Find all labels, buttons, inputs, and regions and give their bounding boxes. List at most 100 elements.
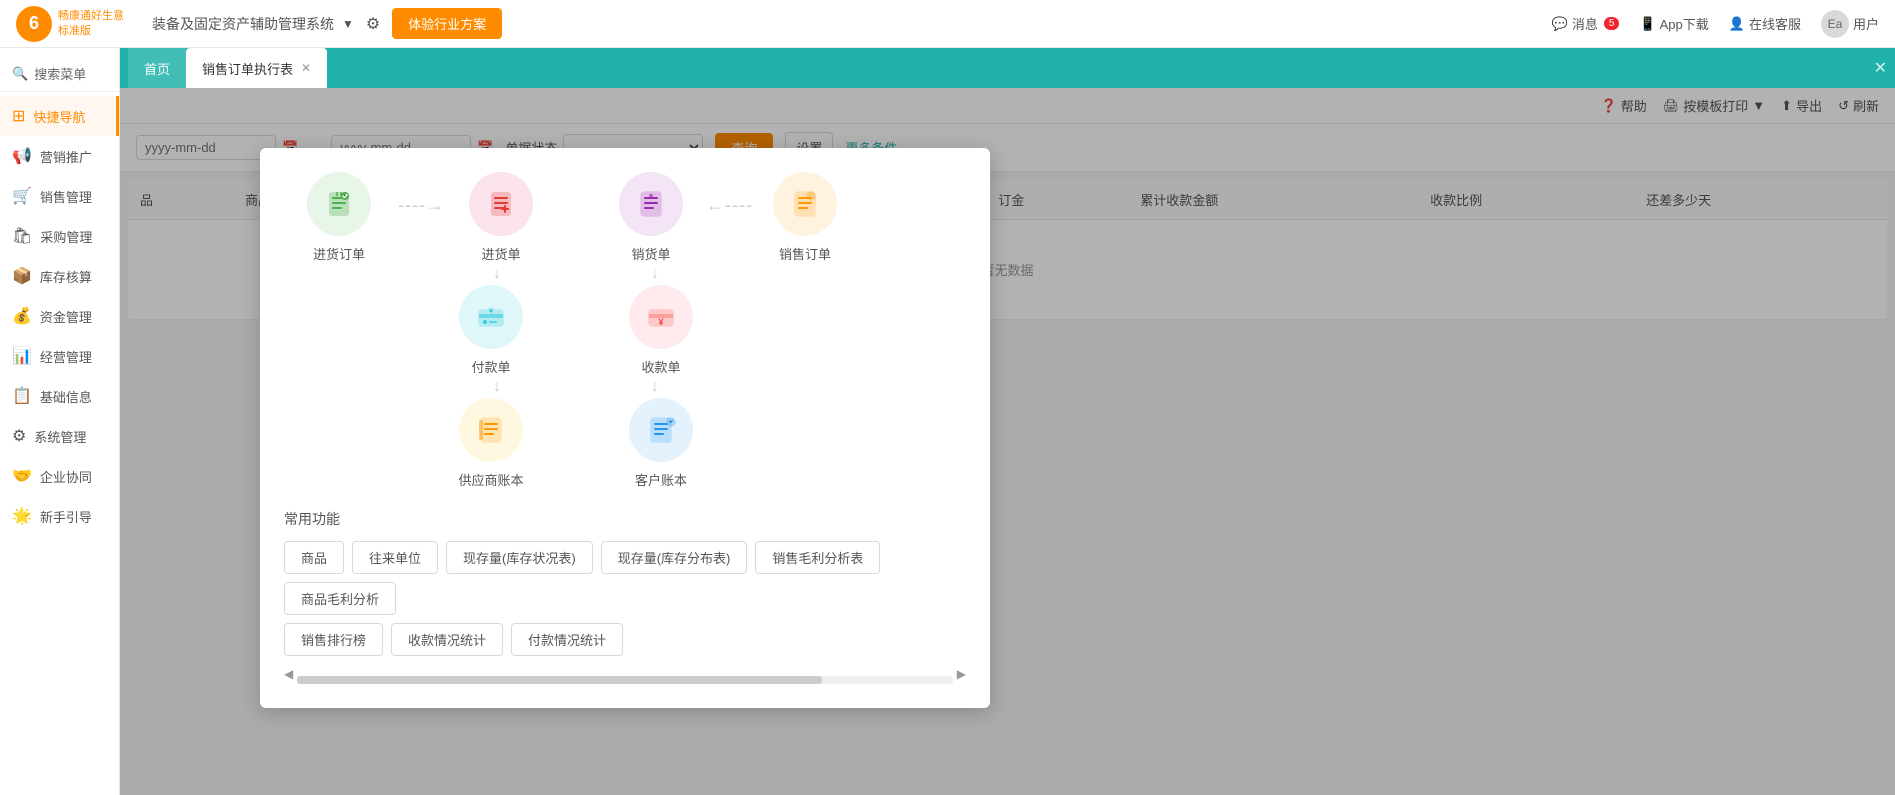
sales-bill-label: 销货单 <box>631 244 670 263</box>
basic-icon: 📋 <box>12 386 32 406</box>
common-functions: 常用功能 商品 往来单位 现存量(库存状况表) 现存量(库存分布表) 销售毛利分… <box>284 509 966 656</box>
func-btn-receipt-stats[interactable]: 收款情况统计 <box>391 623 503 656</box>
arrow-down-4: ↓ <box>651 378 659 396</box>
tab-sales-order-exec[interactable]: 销售订单执行表 ✕ <box>186 48 327 88</box>
supplier-account-icon <box>459 398 523 462</box>
system-dropdown-arrow[interactable]: ▼ <box>342 17 354 31</box>
sidebar-item-system[interactable]: ⚙ 系统管理 <box>0 416 119 456</box>
sidebar: 🔍 搜索菜单 ⊞ 快捷导航 📢 营销推广 🛒 销售管理 🛍 采购管理 📦 库存核… <box>0 48 120 795</box>
tab-bar-close[interactable]: ✕ <box>1874 58 1887 78</box>
sidebar-item-operations[interactable]: 📊 经营管理 <box>0 336 119 376</box>
sidebar-item-basic[interactable]: 📋 基础信息 <box>0 376 119 416</box>
flow-node-purchase-bill[interactable]: 进货单 <box>446 172 556 263</box>
settings-icon[interactable]: ⚙ <box>366 14 380 34</box>
func-btn-payment-stats[interactable]: 付款情况统计 <box>511 623 623 656</box>
sidebar-item-newbie[interactable]: 🌟 新手引导 <box>0 496 119 536</box>
tab-close-icon[interactable]: ✕ <box>301 61 311 75</box>
func-btn-stock-status[interactable]: 现存量(库存状况表) <box>446 541 593 574</box>
newbie-icon: 🌟 <box>12 506 32 526</box>
func-btn-product-gross[interactable]: 商品毛利分析 <box>284 582 396 615</box>
sales-order-icon <box>773 172 837 236</box>
func-btn-stock-dist[interactable]: 现存量(库存分布表) <box>601 541 748 574</box>
app-download-button[interactable]: 📱 App下载 <box>1639 14 1708 33</box>
tab-bar: 首页 销售订单执行表 ✕ ✕ <box>120 48 1895 88</box>
logo-area: 6 畅康通好生意 标准版 <box>16 6 136 42</box>
service-icon: 👤 <box>1729 16 1745 32</box>
sales-bill-icon <box>619 172 683 236</box>
receipt-label: 收款单 <box>641 357 680 376</box>
sales-order-label: 销售订单 <box>779 244 831 263</box>
flow-node-receipt[interactable]: ¥ 收款单 <box>606 285 716 376</box>
system-icon: ⚙ <box>12 426 26 446</box>
message-icon: 💬 <box>1552 16 1568 32</box>
sales-icon: 🛒 <box>12 186 32 206</box>
payment-icon: ¥ <box>459 285 523 349</box>
content-area: 首页 销售订单执行表 ✕ ✕ ❓ 帮助 🖨 按模板打印 <box>120 48 1895 795</box>
popup-backdrop[interactable]: 进货订单 - - - - → 进货单 <box>120 88 1895 795</box>
func-btn-sales-ranking[interactable]: 销售排行榜 <box>284 623 383 656</box>
purchase-bill-label: 进货单 <box>481 244 520 263</box>
arrow-down-3: ↓ <box>651 265 659 283</box>
flow-node-customer-account[interactable]: 客户账本 <box>606 398 716 489</box>
receipt-icon: ¥ <box>629 285 693 349</box>
func-btn-product[interactable]: 商品 <box>284 541 344 574</box>
avatar: Ea <box>1821 10 1849 38</box>
quick-nav-icon: ⊞ <box>12 106 25 126</box>
func-btn-sales-gross[interactable]: 销售毛利分析表 <box>755 541 880 574</box>
tab-home[interactable]: 首页 <box>128 48 186 88</box>
sidebar-item-sales[interactable]: 🛒 销售管理 <box>0 176 119 216</box>
user-area[interactable]: Ea 用户 <box>1821 10 1879 38</box>
sidebar-item-marketing[interactable]: 📢 营销推广 <box>0 136 119 176</box>
svg-text:¥: ¥ <box>658 317 663 327</box>
flow-node-payment[interactable]: ¥ 付款单 <box>436 285 546 376</box>
scrollbar-thumb <box>297 676 821 684</box>
purchase-bill-icon <box>469 172 533 236</box>
popup-scrollbar[interactable] <box>297 676 953 684</box>
purchase-icon: 🛍 <box>12 226 32 246</box>
flow-node-purchase-order[interactable]: 进货订单 <box>284 172 394 263</box>
trial-button[interactable]: 体验行业方案 <box>392 8 502 39</box>
sidebar-item-enterprise[interactable]: 🤝 企业协同 <box>0 456 119 496</box>
logo-text: 畅康通好生意 标准版 <box>58 9 124 38</box>
customer-account-icon <box>629 398 693 462</box>
supplier-account-label: 供应商账本 <box>458 470 523 489</box>
logo-icon: 6 <box>16 6 52 42</box>
sidebar-item-purchase[interactable]: 🛍 采购管理 <box>0 216 119 256</box>
search-icon: 🔍 <box>12 66 28 82</box>
common-functions-title: 常用功能 <box>284 509 966 529</box>
flow-node-sales-bill[interactable]: 销货单 <box>596 172 706 263</box>
enterprise-icon: 🤝 <box>12 466 32 486</box>
sidebar-item-quick-nav[interactable]: ⊞ 快捷导航 <box>0 96 119 136</box>
sidebar-item-finance[interactable]: 💰 资金管理 <box>0 296 119 336</box>
flow-node-supplier-account[interactable]: 供应商账本 <box>436 398 546 489</box>
header-right: 💬 消息 5 📱 App下载 👤 在线客服 Ea 用户 <box>1552 10 1879 38</box>
flow-node-sales-order[interactable]: 销售订单 <box>750 172 860 263</box>
message-badge: 5 <box>1604 17 1620 30</box>
finance-icon: 💰 <box>12 306 32 326</box>
page-content: ❓ 帮助 🖨 按模板打印 ▼ ⬆ 导出 ↺ 刷新 <box>120 88 1895 795</box>
main-layout: 🔍 搜索菜单 ⊞ 快捷导航 📢 营销推广 🛒 销售管理 🛍 采购管理 📦 库存核… <box>0 48 1895 795</box>
svg-text:¥: ¥ <box>489 308 493 315</box>
online-service-button[interactable]: 👤 在线客服 <box>1729 14 1801 33</box>
func-buttons-row1: 商品 往来单位 现存量(库存状况表) 现存量(库存分布表) 销售毛利分析表 商品… <box>284 541 966 615</box>
inventory-icon: 📦 <box>12 266 32 286</box>
system-title-area: 装备及固定资产辅助管理系统 ▼ ⚙ <box>152 14 380 34</box>
marketing-icon: 📢 <box>12 146 32 166</box>
system-title-text: 装备及固定资产辅助管理系统 <box>152 14 334 34</box>
customer-account-label: 客户账本 <box>635 470 687 489</box>
scroll-left-arrow[interactable]: ◀ <box>284 667 293 681</box>
top-header: 6 畅康通好生意 标准版 装备及固定资产辅助管理系统 ▼ ⚙ 体验行业方案 💬 … <box>0 0 1895 48</box>
arrow-down-1: ↓ <box>493 265 501 283</box>
purchase-order-icon <box>307 172 371 236</box>
app-icon: 📱 <box>1639 16 1655 32</box>
operations-icon: 📊 <box>12 346 32 366</box>
func-btn-partners[interactable]: 往来单位 <box>352 541 438 574</box>
popup: 进货订单 - - - - → 进货单 <box>260 148 990 708</box>
arrow-purchase-to-bill: - - - - → <box>398 195 442 240</box>
sidebar-item-inventory[interactable]: 📦 库存核算 <box>0 256 119 296</box>
message-button[interactable]: 💬 消息 5 <box>1552 14 1620 33</box>
purchase-order-label: 进货订单 <box>313 244 365 263</box>
scroll-right-arrow[interactable]: ▶ <box>957 667 966 681</box>
sidebar-search[interactable]: 🔍 搜索菜单 <box>0 56 119 92</box>
arrow-down-2: ↓ <box>493 378 501 396</box>
